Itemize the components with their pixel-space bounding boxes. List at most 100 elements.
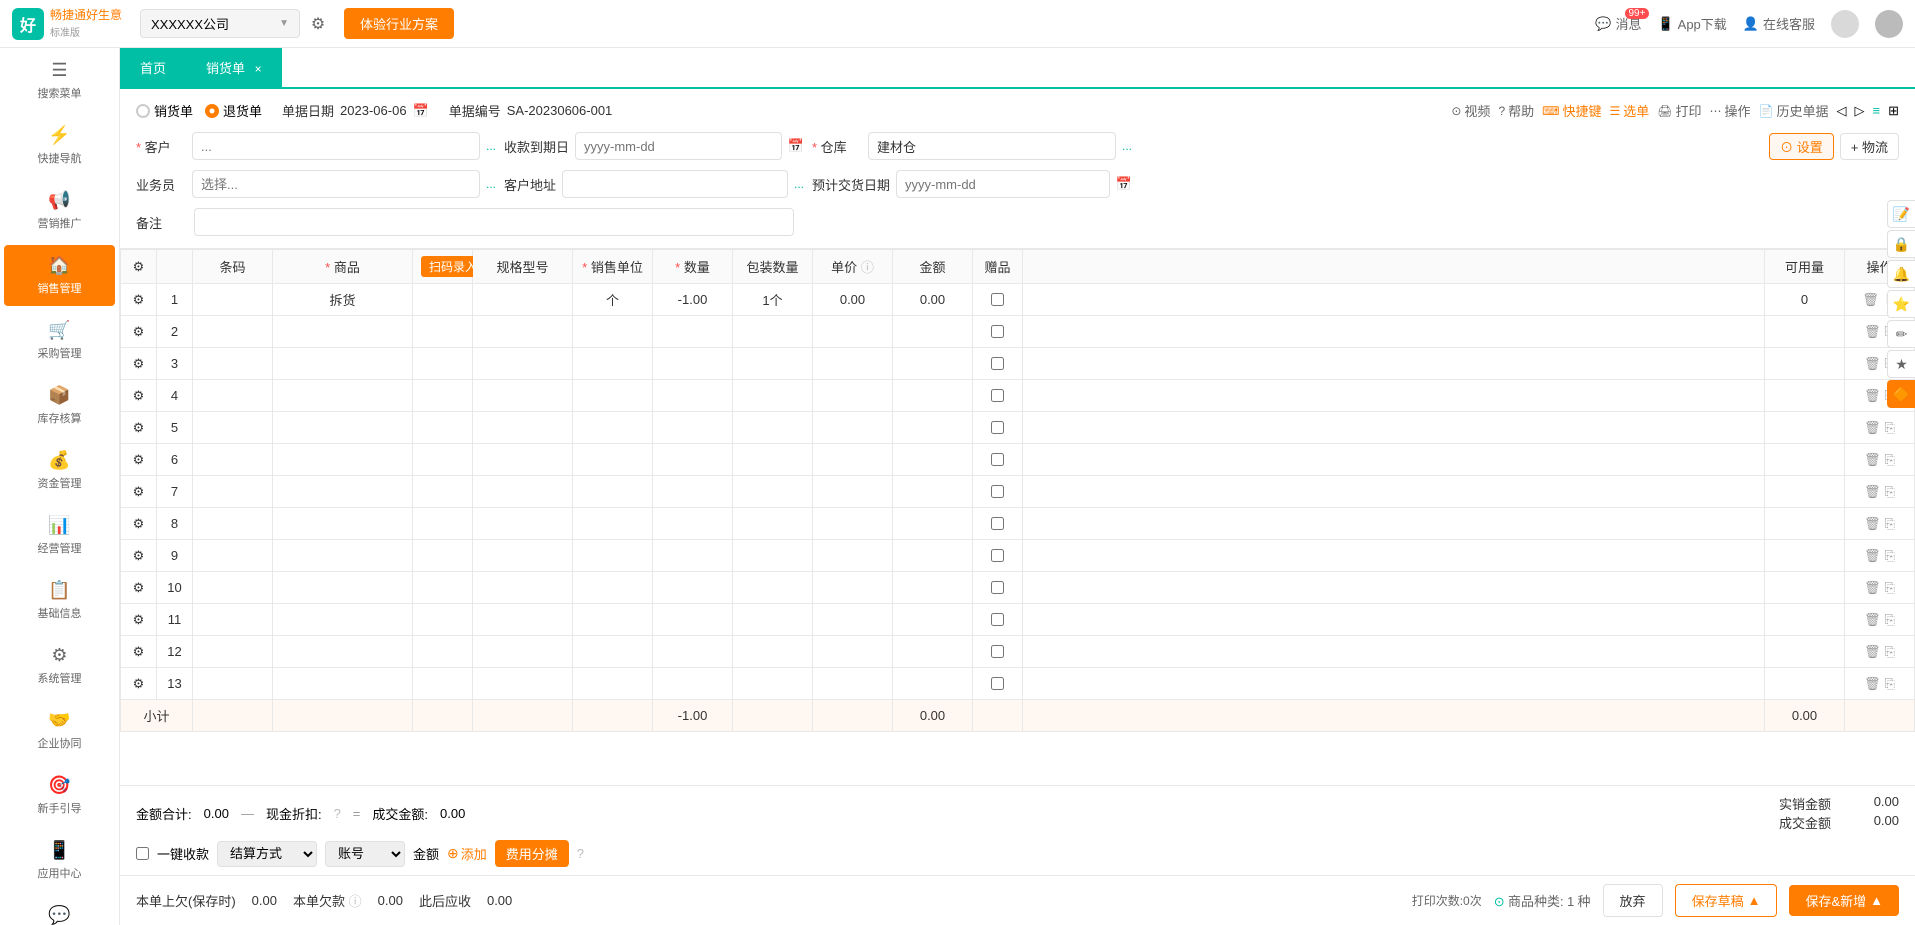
save-new-button[interactable]: 保存&新增 ▲ bbox=[1789, 885, 1899, 916]
cell-row-settings-1[interactable]: ⚙ bbox=[121, 284, 157, 316]
cell-price[interactable] bbox=[813, 540, 893, 572]
cell-spec[interactable] bbox=[473, 572, 573, 604]
doc-num-value[interactable]: SA-20230606-001 bbox=[507, 103, 613, 118]
cell-qty[interactable] bbox=[653, 668, 733, 700]
cell-spec-1[interactable] bbox=[473, 284, 573, 316]
notes-input[interactable] bbox=[194, 208, 794, 236]
cell-spec[interactable] bbox=[473, 508, 573, 540]
warehouse-suffix-icon[interactable]: ... bbox=[1122, 139, 1132, 153]
due-date-input[interactable] bbox=[575, 132, 782, 160]
cell-qty[interactable] bbox=[653, 316, 733, 348]
online-service-button[interactable]: 👤 在线客服 bbox=[1743, 14, 1815, 33]
cell-qty[interactable] bbox=[653, 380, 733, 412]
cell-qty[interactable] bbox=[653, 540, 733, 572]
cell-amount[interactable] bbox=[893, 668, 973, 700]
date-value[interactable]: 2023-06-06 bbox=[340, 103, 407, 118]
help-btn[interactable]: ? 帮助 bbox=[1498, 101, 1534, 120]
cell-price[interactable] bbox=[813, 412, 893, 444]
gift-checkbox-1[interactable] bbox=[991, 293, 1004, 306]
cell-gift[interactable] bbox=[973, 348, 1023, 380]
tab-close-icon[interactable]: × bbox=[255, 62, 262, 76]
cell-pack[interactable] bbox=[733, 348, 813, 380]
warehouse-input[interactable] bbox=[868, 132, 1116, 160]
cell-gift-1[interactable] bbox=[973, 284, 1023, 316]
gift-checkbox[interactable] bbox=[991, 677, 1004, 690]
cell-price[interactable] bbox=[813, 604, 893, 636]
draft-button[interactable]: 保存草稿 ▲ bbox=[1675, 884, 1778, 917]
radio-return-order[interactable]: 退货单 bbox=[205, 101, 262, 120]
cell-barcode[interactable] bbox=[193, 636, 273, 668]
cell-unit-1[interactable]: 个 bbox=[573, 284, 653, 316]
cell-price[interactable] bbox=[813, 636, 893, 668]
cell-gift[interactable] bbox=[973, 444, 1023, 476]
cell-spec[interactable] bbox=[473, 380, 573, 412]
copy-icon[interactable]: ⎘ bbox=[1885, 644, 1895, 659]
copy-icon[interactable]: ⎘ bbox=[1885, 612, 1895, 627]
cell-unit[interactable] bbox=[573, 604, 653, 636]
calendar-icon[interactable]: 📅 bbox=[413, 103, 429, 119]
cell-spec[interactable] bbox=[473, 412, 573, 444]
sidebar-item-system[interactable]: ⚙ 系统管理 bbox=[4, 635, 115, 696]
sidebar-item-finance[interactable]: 💰 资金管理 bbox=[4, 440, 115, 501]
cell-spec[interactable] bbox=[473, 348, 573, 380]
delete-icon[interactable]: 🗑 bbox=[1864, 580, 1881, 595]
cell-gift[interactable] bbox=[973, 412, 1023, 444]
cell-settings[interactable]: ⚙ bbox=[121, 316, 157, 348]
copy-icon[interactable]: ⎘ bbox=[1885, 548, 1895, 563]
cell-product-1[interactable]: 拆货 bbox=[273, 284, 413, 316]
copy-icon[interactable]: ⎘ bbox=[1885, 420, 1895, 435]
cell-amount[interactable] bbox=[893, 604, 973, 636]
cell-unit[interactable] bbox=[573, 412, 653, 444]
cell-gift[interactable] bbox=[973, 316, 1023, 348]
cell-amount[interactable] bbox=[893, 572, 973, 604]
cell-unit[interactable] bbox=[573, 636, 653, 668]
cell-settings[interactable]: ⚙ bbox=[121, 444, 157, 476]
video-btn[interactable]: ⊙ 视频 bbox=[1451, 101, 1490, 120]
cell-settings[interactable]: ⚙ bbox=[121, 380, 157, 412]
discount-help-icon[interactable]: ? bbox=[334, 806, 341, 821]
trial-button[interactable]: 体验行业方案 bbox=[344, 8, 454, 39]
cell-price[interactable] bbox=[813, 348, 893, 380]
cell-barcode[interactable] bbox=[193, 572, 273, 604]
cell-barcode[interactable] bbox=[193, 668, 273, 700]
delete-icon[interactable]: 🗑 bbox=[1864, 516, 1881, 531]
cell-price-1[interactable]: 0.00 bbox=[813, 284, 893, 316]
cell-unit[interactable] bbox=[573, 316, 653, 348]
nav-prev-icon[interactable]: ◁ bbox=[1837, 103, 1847, 119]
cell-settings[interactable]: ⚙ bbox=[121, 508, 157, 540]
cell-amount[interactable] bbox=[893, 316, 973, 348]
copy-icon[interactable]: ⎘ bbox=[1885, 452, 1895, 467]
th-settings[interactable]: ⚙ bbox=[121, 250, 157, 284]
cell-spec[interactable] bbox=[473, 636, 573, 668]
delete-icon[interactable]: 🗑 bbox=[1864, 644, 1881, 659]
delete-icon[interactable]: 🗑 bbox=[1864, 612, 1881, 627]
cell-unit[interactable] bbox=[573, 476, 653, 508]
customer-suffix-icon[interactable]: ... bbox=[486, 139, 496, 153]
cell-product[interactable] bbox=[273, 572, 413, 604]
nav-next-icon[interactable]: ▷ bbox=[1855, 103, 1865, 119]
sidebar-item-search-order[interactable]: ☰ 搜索菜单 bbox=[4, 50, 115, 111]
sidebar-item-purchase[interactable]: 🛒 采购管理 bbox=[4, 310, 115, 371]
fee-help-icon[interactable]: ? bbox=[577, 846, 584, 861]
cell-barcode[interactable] bbox=[193, 444, 273, 476]
gift-checkbox[interactable] bbox=[991, 389, 1004, 402]
cell-qty[interactable] bbox=[653, 508, 733, 540]
cell-product[interactable] bbox=[273, 668, 413, 700]
copy-icon[interactable]: ⎘ bbox=[1885, 516, 1895, 531]
fee-split-button[interactable]: 费用分摊 bbox=[495, 840, 569, 867]
delivery-date-input[interactable] bbox=[896, 170, 1110, 198]
cell-spec[interactable] bbox=[473, 476, 573, 508]
app-download-button[interactable]: 📱 App下载 bbox=[1657, 14, 1726, 33]
add-payment-button[interactable]: ⊕ 添加 bbox=[447, 844, 487, 863]
cell-unit[interactable] bbox=[573, 668, 653, 700]
cell-qty[interactable] bbox=[653, 444, 733, 476]
copy-icon[interactable]: ⎘ bbox=[1885, 580, 1895, 595]
payment-account-select[interactable]: 账号 bbox=[325, 841, 405, 867]
cell-spec[interactable] bbox=[473, 444, 573, 476]
cell-settings[interactable]: ⚙ bbox=[121, 604, 157, 636]
cell-pack[interactable] bbox=[733, 636, 813, 668]
gift-checkbox[interactable] bbox=[991, 549, 1004, 562]
cell-product[interactable] bbox=[273, 604, 413, 636]
cell-qty[interactable] bbox=[653, 476, 733, 508]
product-type[interactable]: ⊙ 商品种类: 1 种 bbox=[1494, 891, 1591, 910]
